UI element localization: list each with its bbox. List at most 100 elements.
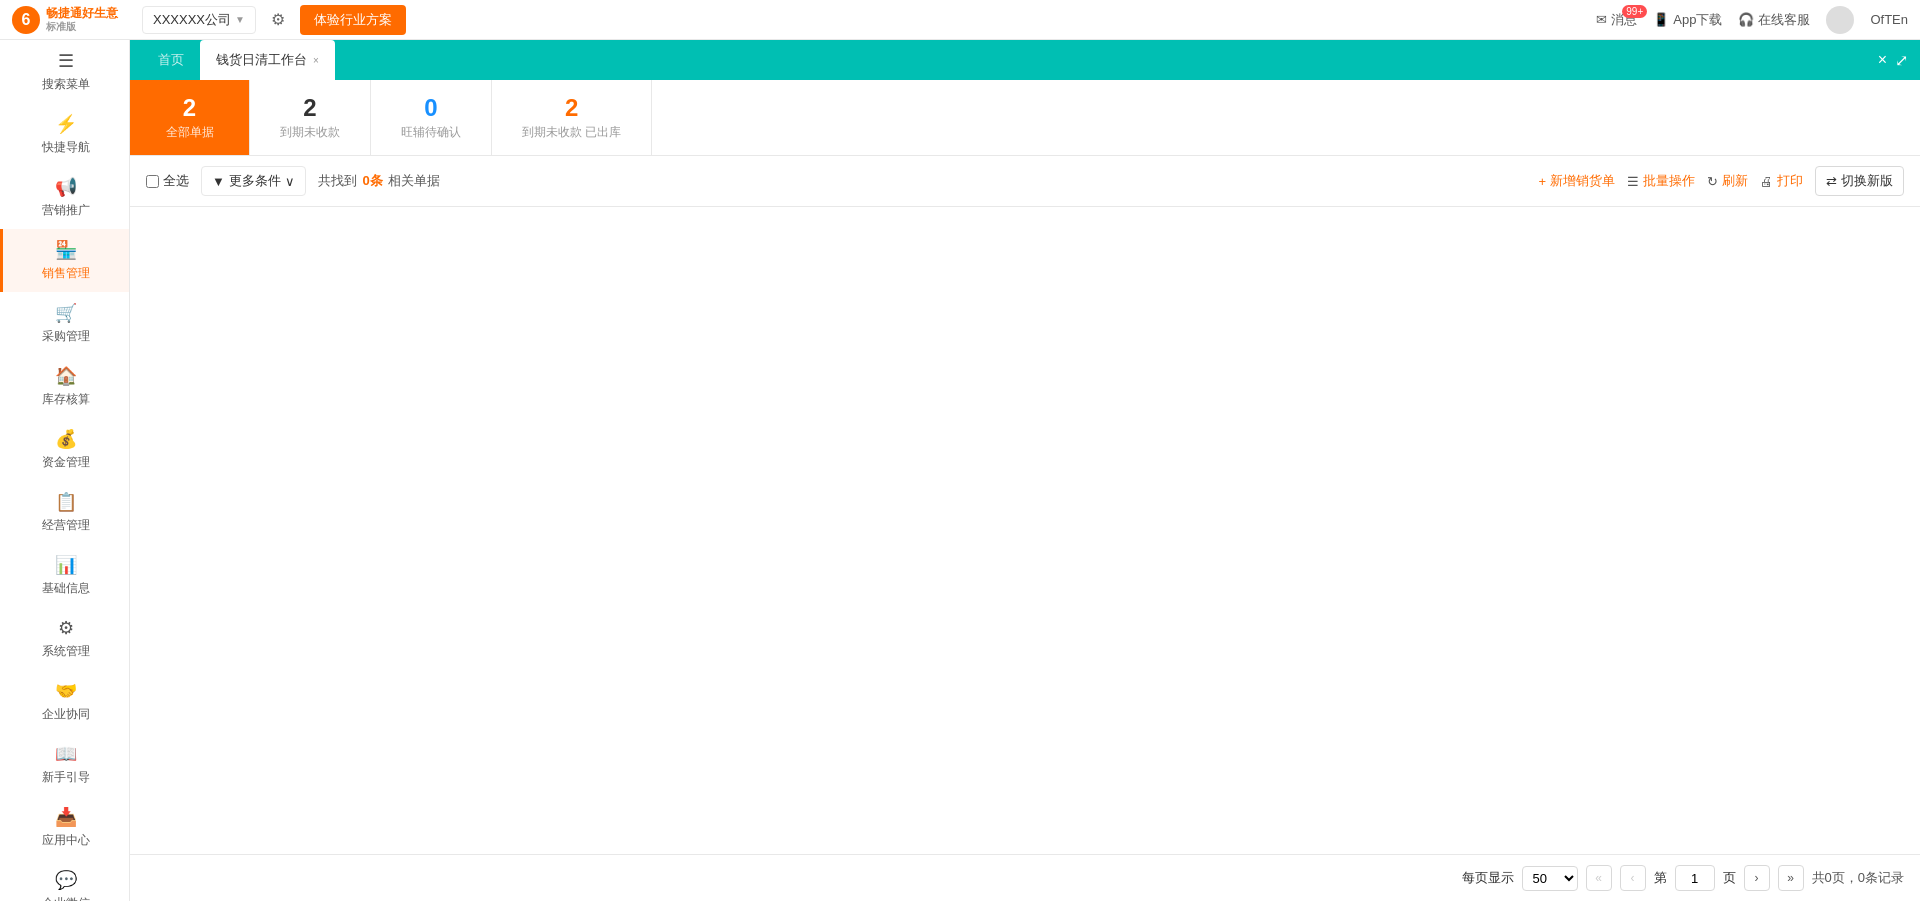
sidebar-label-operations: 经营管理 xyxy=(42,517,90,534)
per-page-label: 每页显示 xyxy=(1462,869,1514,887)
last-page-button[interactable]: » xyxy=(1778,865,1804,891)
trial-button[interactable]: 体验行业方案 xyxy=(300,5,406,35)
pagination: 每页显示 50 100 200 « ‹ 第 页 › » 共0页，0条记录 xyxy=(130,854,1920,901)
app-logo-icon: 6 xyxy=(12,6,40,34)
batch-icon: ☰ xyxy=(1627,174,1639,189)
select-all-input[interactable] xyxy=(146,175,159,188)
sidebar-item-system[interactable]: ⚙ 系统管理 xyxy=(0,607,129,670)
print-icon: 🖨 xyxy=(1760,174,1773,189)
user-name: OfTEn xyxy=(1870,12,1908,27)
sidebar-item-operations[interactable]: 📋 经营管理 xyxy=(0,481,129,544)
sidebar-item-base-info[interactable]: 📊 基础信息 xyxy=(0,544,129,607)
filter-arrow: ∨ xyxy=(285,174,295,189)
filter-button[interactable]: ▼ 更多条件 ∨ xyxy=(201,166,306,196)
page-suffix-label: 页 xyxy=(1723,869,1736,887)
prev-page-button[interactable]: ‹ xyxy=(1620,865,1646,891)
tab-bar: 首页 钱货日清工作台 × × ⤢ xyxy=(130,40,1920,80)
header-right: ✉ 消息 99+ 📱 App下载 🎧 在线客服 OfTEn xyxy=(1596,6,1908,34)
search-menu-icon: ☰ xyxy=(58,50,74,72)
sidebar-item-guide[interactable]: 📖 新手引导 xyxy=(0,733,129,796)
online-service-button[interactable]: 🎧 在线客服 xyxy=(1738,11,1810,29)
content-area: 2 全部单据 2 到期未收款 0 旺辅待确认 2 到期未收款 已出库 xyxy=(130,80,1920,901)
sidebar-label-guide: 新手引导 xyxy=(42,769,90,786)
add-label: 新增销货单 xyxy=(1550,172,1615,190)
logo-area: 6 畅捷通好生意 标准版 xyxy=(12,6,142,34)
online-service-label: 在线客服 xyxy=(1758,11,1810,29)
system-icon: ⚙ xyxy=(58,617,74,639)
sidebar-item-inventory[interactable]: 🏠 库存核算 xyxy=(0,355,129,418)
sidebar-label-base-info: 基础信息 xyxy=(42,580,90,597)
tab-close-icon[interactable]: × xyxy=(313,55,319,66)
sidebar-item-purchase[interactable]: 🛒 采购管理 xyxy=(0,292,129,355)
stat-card-wangwang[interactable]: 0 旺辅待确认 xyxy=(371,80,492,155)
sidebar-label-purchase: 采购管理 xyxy=(42,328,90,345)
sidebar-item-finance[interactable]: 💰 资金管理 xyxy=(0,418,129,481)
corp-icon: 🤝 xyxy=(55,680,77,702)
sidebar-item-sales[interactable]: 🏪 销售管理 xyxy=(0,229,129,292)
next-page-button[interactable]: › xyxy=(1744,865,1770,891)
app-name: 畅捷通好生意 xyxy=(46,6,118,20)
sidebar-item-wechat[interactable]: 💬 企业微信 xyxy=(0,859,129,901)
download-icon: 📱 xyxy=(1653,12,1669,27)
company-selector[interactable]: XXXXXX公司 ▼ xyxy=(142,6,256,34)
app-download-label: App下载 xyxy=(1673,11,1722,29)
stats-bar: 2 全部单据 2 到期未收款 0 旺辅待确认 2 到期未收款 已出库 xyxy=(130,80,1920,156)
stat-num-overdue: 2 xyxy=(303,94,316,122)
sidebar-label-wechat: 企业微信 xyxy=(42,895,90,901)
tab-minimize-button[interactable]: × xyxy=(1878,51,1887,70)
company-dropdown-arrow: ▼ xyxy=(235,14,245,25)
app-download-button[interactable]: 📱 App下载 xyxy=(1653,11,1722,29)
switch-version-button[interactable]: ⇄ 切换新版 xyxy=(1815,166,1904,196)
stat-card-overdue-out[interactable]: 2 到期未收款 已出库 xyxy=(492,80,652,155)
toolbar-right: + 新增销货单 ☰ 批量操作 ↻ 刷新 🖨 打印 xyxy=(1538,166,1904,196)
settings-button[interactable]: ⚙ xyxy=(264,6,292,34)
batch-operation-button[interactable]: ☰ 批量操作 xyxy=(1627,172,1695,190)
stat-card-all[interactable]: 2 全部单据 xyxy=(130,80,250,155)
select-all-checkbox[interactable]: 全选 xyxy=(146,172,189,190)
marketing-icon: 📢 xyxy=(55,176,77,198)
page-number-input[interactable] xyxy=(1675,865,1715,891)
add-sale-order-button[interactable]: + 新增销货单 xyxy=(1538,172,1615,190)
page-prefix-label: 第 xyxy=(1654,869,1667,887)
message-button[interactable]: ✉ 消息 99+ xyxy=(1596,11,1637,29)
print-label: 打印 xyxy=(1777,172,1803,190)
logo-text-area: 畅捷通好生意 标准版 xyxy=(46,6,118,32)
tab-expand-area: × ⤢ xyxy=(1878,51,1908,70)
operations-icon: 📋 xyxy=(55,491,77,513)
tab-workbench[interactable]: 钱货日清工作台 × xyxy=(200,40,335,80)
print-button[interactable]: 🖨 打印 xyxy=(1760,172,1803,190)
inventory-icon: 🏠 xyxy=(55,365,77,387)
first-page-button[interactable]: « xyxy=(1586,865,1612,891)
tab-home[interactable]: 首页 xyxy=(142,40,200,80)
main-layout: ☰ 搜索菜单 ⚡ 快捷导航 📢 营销推广 🏪 销售管理 🛒 采购管理 🏠 库存核… xyxy=(0,40,1920,901)
stat-num-all: 2 xyxy=(183,94,196,122)
add-icon: + xyxy=(1538,174,1546,189)
sidebar-label-app-center: 应用中心 xyxy=(42,832,90,849)
sidebar-item-app-center[interactable]: 📥 应用中心 xyxy=(0,796,129,859)
found-count: 0条 xyxy=(363,173,383,188)
stat-card-overdue[interactable]: 2 到期未收款 xyxy=(250,80,371,155)
stat-label-all: 全部单据 xyxy=(166,124,214,141)
sidebar-label-finance: 资金管理 xyxy=(42,454,90,471)
refresh-icon: ↻ xyxy=(1707,174,1718,189)
refresh-button[interactable]: ↻ 刷新 xyxy=(1707,172,1748,190)
quick-nav-icon: ⚡ xyxy=(55,113,77,135)
sidebar-item-marketing[interactable]: 📢 营销推广 xyxy=(0,166,129,229)
stat-label-overdue-out: 到期未收款 已出库 xyxy=(522,124,621,141)
sidebar: ☰ 搜索菜单 ⚡ 快捷导航 📢 营销推广 🏪 销售管理 🛒 采购管理 🏠 库存核… xyxy=(0,40,130,901)
sidebar-label-quick-nav: 快捷导航 xyxy=(42,139,90,156)
sidebar-label-system: 系统管理 xyxy=(42,643,90,660)
sidebar-item-corp[interactable]: 🤝 企业协同 xyxy=(0,670,129,733)
per-page-select[interactable]: 50 100 200 xyxy=(1522,866,1578,891)
stat-label-wangwang: 旺辅待确认 xyxy=(401,124,461,141)
sidebar-item-search-menu[interactable]: ☰ 搜索菜单 xyxy=(0,40,129,103)
avatar[interactable] xyxy=(1826,6,1854,34)
message-icon: ✉ xyxy=(1596,12,1607,27)
finance-icon: 💰 xyxy=(55,428,77,450)
purchase-icon: 🛒 xyxy=(55,302,77,324)
main-content: 首页 钱货日清工作台 × × ⤢ 2 全部单据 2 到期未收款 xyxy=(130,40,1920,901)
company-name: XXXXXX公司 xyxy=(153,11,231,29)
refresh-label: 刷新 xyxy=(1722,172,1748,190)
tab-expand-button[interactable]: ⤢ xyxy=(1895,51,1908,70)
sidebar-item-quick-nav[interactable]: ⚡ 快捷导航 xyxy=(0,103,129,166)
